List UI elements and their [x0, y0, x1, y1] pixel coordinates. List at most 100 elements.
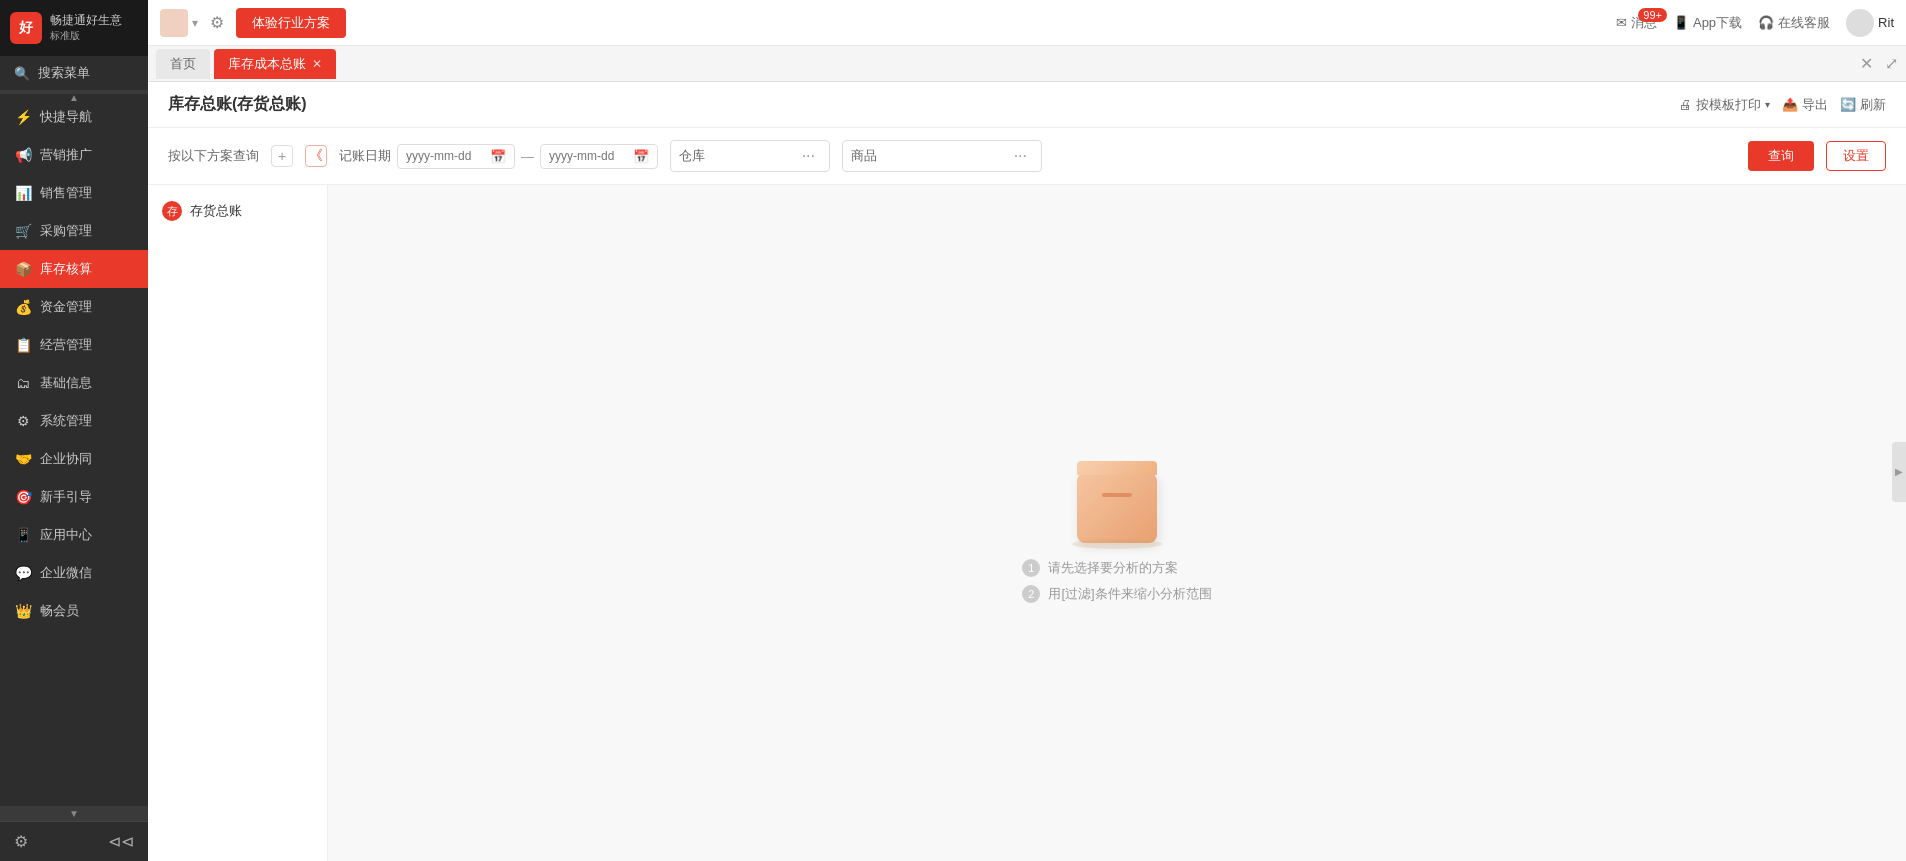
export-icon: 📤 [1782, 97, 1798, 112]
sales-icon: 📊 [14, 184, 32, 202]
page-header: 库存总账(存货总账) 🖨 按模板打印 ▾ 📤 导出 🔄 刷新 [148, 82, 1906, 128]
chevron-down-icon: ▾ [192, 16, 198, 30]
industry-solution-button[interactable]: 体验行业方案 [236, 8, 346, 38]
search-menu[interactable]: 🔍 搜索菜单 [0, 56, 148, 90]
date-label: 记账日期 [339, 147, 391, 165]
app-center-icon: 📱 [14, 526, 32, 544]
logo-icon: 好 [10, 12, 42, 44]
basic-info-icon: 🗂 [14, 374, 32, 392]
purchase-icon: 🛒 [14, 222, 32, 240]
empty-box-graphic [1077, 473, 1157, 543]
company-avatar [160, 9, 188, 37]
topbar-left: ▾ ⚙ 体验行业方案 [160, 8, 1608, 38]
content-row: 存 存货总账 1 请先选择要分析的 [148, 185, 1906, 861]
filter-area: 按以下方案查询 + 《 记账日期 📅 — 📅 仓库 ··· [148, 128, 1906, 185]
goods-more-icon[interactable]: ··· [1008, 145, 1033, 167]
sidebar-item-system[interactable]: ⚙ 系统管理 [0, 402, 148, 440]
sidebar-item-inventory[interactable]: 📦 库存核算 [0, 250, 148, 288]
sidebar-item-wechat[interactable]: 💬 企业微信 [0, 554, 148, 592]
print-dropdown-icon[interactable]: ▾ [1765, 99, 1770, 110]
search-icon: 🔍 [14, 66, 30, 81]
sidebar-item-quick-nav[interactable]: ⚡ 快捷导航 [0, 98, 148, 136]
sidebar-nav: ⚡ 快捷导航 📢 营销推广 📊 销售管理 🛒 采购管理 📦 库存核算 💰 资金管… [0, 94, 148, 806]
hint-num-2: 2 [1022, 585, 1040, 603]
wechat-icon: 💬 [14, 564, 32, 582]
app-name: 畅捷通好生意 标准版 [50, 13, 122, 43]
add-filter-button[interactable]: + [271, 145, 293, 167]
settings-icon[interactable]: ⚙ [14, 832, 28, 851]
panel-close-icon[interactable]: ✕ [1860, 54, 1873, 73]
scroll-down-icon[interactable]: ▼ [69, 808, 79, 819]
warehouse-select[interactable]: 仓库 ··· [670, 140, 830, 172]
sidebar-item-app-center[interactable]: 📱 应用中心 [0, 516, 148, 554]
calendar-end-icon[interactable]: 📅 [633, 149, 649, 164]
tabs-bar: 首页 库存成本总账 ✕ ✕ ⤢ [148, 46, 1906, 82]
date-end-field[interactable] [549, 149, 629, 163]
quick-nav-icon: ⚡ [14, 108, 32, 126]
right-collapse-handle[interactable]: ▶ [1892, 442, 1906, 502]
collapse-filter-button[interactable]: 《 [305, 145, 327, 167]
sidebar-item-basic-info[interactable]: 🗂 基础信息 [0, 364, 148, 402]
sidebar: 好 畅捷通好生意 标准版 🔍 搜索菜单 ▲ ⚡ 快捷导航 📢 营销推广 📊 销售… [0, 0, 148, 861]
settings-button[interactable]: 设置 [1826, 141, 1886, 171]
print-button[interactable]: 🖨 按模板打印 ▾ [1679, 96, 1770, 114]
hint-num-1: 1 [1022, 559, 1040, 577]
date-start-field[interactable] [406, 149, 486, 163]
tab-home[interactable]: 首页 [156, 49, 210, 79]
page-title: 库存总账(存货总账) [168, 94, 307, 115]
sidebar-item-operation[interactable]: 📋 经营管理 [0, 326, 148, 364]
sidebar-item-capital[interactable]: 💰 资金管理 [0, 288, 148, 326]
sidebar-item-vip[interactable]: 👑 畅会员 [0, 592, 148, 630]
refresh-button[interactable]: 🔄 刷新 [1840, 96, 1886, 114]
empty-shadow-graphic [1072, 539, 1162, 549]
app-download-button[interactable]: 📱 App下载 [1673, 14, 1742, 32]
empty-hints: 1 请先选择要分析的方案 2 用[过滤]条件来缩小分析范围 [1022, 559, 1211, 603]
message-button[interactable]: ✉ 消息 99+ [1616, 14, 1657, 32]
collapse-right-icon: ▶ [1895, 466, 1903, 477]
tab-inventory-ledger[interactable]: 库存成本总账 ✕ [214, 49, 336, 79]
filter-label: 按以下方案查询 [168, 147, 259, 165]
warehouse-label: 仓库 [679, 147, 705, 165]
calendar-start-icon[interactable]: 📅 [490, 149, 506, 164]
tab-close-icon[interactable]: ✕ [312, 57, 322, 71]
panel-expand-icon[interactable]: ⤢ [1885, 54, 1898, 73]
system-icon: ⚙ [14, 412, 32, 430]
message-badge: 99+ [1638, 8, 1667, 22]
refresh-icon: 🔄 [1840, 97, 1856, 112]
fold-sidebar-icon[interactable]: ⊲⊲ [108, 832, 134, 851]
topbar-settings-icon[interactable]: ⚙ [206, 9, 228, 36]
query-button[interactable]: 查询 [1748, 141, 1814, 171]
online-service-button[interactable]: 🎧 在线客服 [1758, 14, 1830, 32]
app-logo: 好 畅捷通好生意 标准版 [0, 0, 148, 56]
export-button[interactable]: 📤 导出 [1782, 96, 1828, 114]
sidebar-item-purchase[interactable]: 🛒 采购管理 [0, 212, 148, 250]
phone-icon: 📱 [1673, 15, 1689, 30]
page-area: 库存总账(存货总账) 🖨 按模板打印 ▾ 📤 导出 🔄 刷新 按以下方案查 [148, 82, 1906, 861]
date-separator: — [521, 149, 534, 164]
date-end-input[interactable]: 📅 [540, 144, 658, 169]
print-icon: 🖨 [1679, 97, 1692, 112]
main-content: ▾ ⚙ 体验行业方案 ✉ 消息 99+ 📱 App下载 🎧 在线客服 Rit [148, 0, 1906, 861]
message-icon: ✉ [1616, 15, 1627, 30]
empty-hint-2: 2 用[过滤]条件来缩小分析范围 [1022, 585, 1211, 603]
capital-icon: 💰 [14, 298, 32, 316]
warehouse-more-icon[interactable]: ··· [796, 145, 821, 167]
sidebar-item-sales[interactable]: 📊 销售管理 [0, 174, 148, 212]
sidebar-item-enterprise[interactable]: 🤝 企业协同 [0, 440, 148, 478]
sidebar-item-guide[interactable]: 🎯 新手引导 [0, 478, 148, 516]
inventory-icon: 📦 [14, 260, 32, 278]
company-selector[interactable]: ▾ [160, 9, 198, 37]
sidebar-item-marketing[interactable]: 📢 营销推广 [0, 136, 148, 174]
date-start-input[interactable]: 📅 [397, 144, 515, 169]
empty-hint-1: 1 请先选择要分析的方案 [1022, 559, 1211, 577]
scheme-icon: 存 [162, 201, 182, 221]
sidebar-bottom: ⚙ ⊲⊲ [0, 821, 148, 861]
user-avatar[interactable]: Rit [1846, 9, 1894, 37]
goods-select[interactable]: 商品 ··· [842, 140, 1042, 172]
marketing-icon: 📢 [14, 146, 32, 164]
avatar-img [1846, 9, 1874, 37]
topbar: ▾ ⚙ 体验行业方案 ✉ 消息 99+ 📱 App下载 🎧 在线客服 Rit [148, 0, 1906, 46]
vip-icon: 👑 [14, 602, 32, 620]
enterprise-icon: 🤝 [14, 450, 32, 468]
scheme-item-inventory-ledger[interactable]: 存 存货总账 [148, 193, 327, 229]
